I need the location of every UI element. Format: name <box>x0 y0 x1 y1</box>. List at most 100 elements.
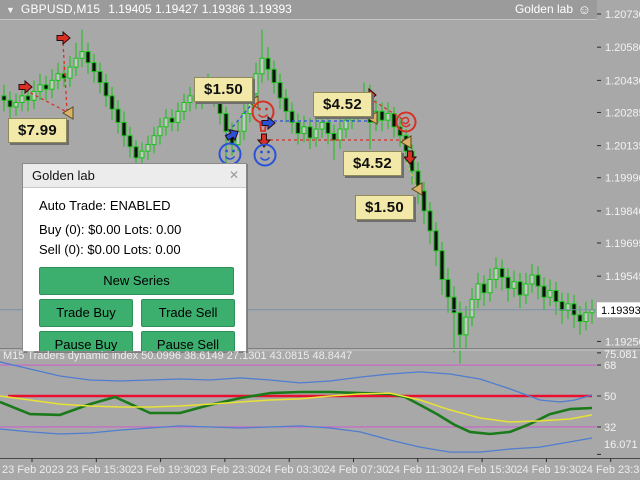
candle-body <box>265 57 271 70</box>
time-tick-label: 24 Feb 07:30 <box>324 464 389 476</box>
candle-body <box>163 117 169 128</box>
candle-body <box>511 281 517 289</box>
candle-body <box>79 51 85 59</box>
tdi-tick-label: 32 <box>604 422 616 434</box>
candle-body <box>529 274 535 285</box>
tdi-tick-label: 68 <box>604 360 616 372</box>
candle-body <box>559 301 565 311</box>
red-arrow-icon <box>18 79 33 95</box>
candle-body <box>313 128 319 139</box>
candle-body <box>277 82 283 99</box>
close-icon[interactable]: ✕ <box>229 164 239 187</box>
price-tag: $4.52 <box>313 92 373 117</box>
candle-body <box>379 110 385 121</box>
candle-body <box>91 62 97 73</box>
panel-title-bar[interactable]: Golden lab ✕ <box>23 164 246 188</box>
candle-body <box>541 285 547 298</box>
volatility-band-lower <box>0 425 593 453</box>
candle-body <box>505 276 511 289</box>
candle-body <box>523 283 529 296</box>
price-tick-label: 1.20430 <box>605 75 640 87</box>
time-tick-label: 23 Feb 19:30 <box>131 464 196 476</box>
price-tick-label: 1.19545 <box>605 271 640 283</box>
candle-body <box>85 51 91 64</box>
candle-body <box>13 101 19 108</box>
candle-body <box>109 95 115 110</box>
time-tick-label: 24 Feb 15:30 <box>452 464 517 476</box>
symbol-timeframe: GBPUSD,M15 <box>20 2 101 16</box>
tdi-tick-label: 50 <box>604 391 616 403</box>
candle-body <box>445 278 451 298</box>
trade-buy-button[interactable]: Trade Buy <box>39 299 133 327</box>
candle-body <box>337 128 343 141</box>
price-scale[interactable]: 1.20730 1.20580 1.20430 1.20285 1.20135 1.199… <box>597 9 640 348</box>
candle-body <box>187 95 193 103</box>
candle-body <box>469 298 475 318</box>
price-tick-label: 1.19840 <box>605 206 640 218</box>
candle-body <box>433 230 439 252</box>
time-tick-label: 24 Feb 03:30 <box>259 464 324 476</box>
candle-body <box>295 121 301 134</box>
candle-body <box>127 135 133 148</box>
candle-body <box>115 108 121 123</box>
candle-body <box>121 121 127 137</box>
indicator-title: M15 Traders dynamic index 50.0996 38.614… <box>3 350 353 362</box>
candle-body <box>1 95 7 101</box>
symbol-dropdown-icon[interactable]: ▼ <box>6 1 15 20</box>
candle-body <box>43 84 49 90</box>
candle-body <box>451 296 457 314</box>
price-tick-label: 1.19250 <box>605 336 640 348</box>
candle-body <box>535 274 541 287</box>
price-tag: $7.99 <box>8 118 68 143</box>
candle-body <box>103 82 109 97</box>
candle-body <box>283 97 289 112</box>
candle-body <box>553 290 559 303</box>
current-price-label: 1.19393 <box>601 305 640 317</box>
blue-smiley-icon <box>218 142 242 166</box>
price-tick-label: 1.19990 <box>605 173 640 185</box>
candle-body <box>517 281 523 296</box>
time-tick-label: 24 Feb 19:30 <box>516 464 581 476</box>
candle-body <box>157 126 163 137</box>
price-tag: $4.52 <box>343 151 403 176</box>
price-tick-label: 1.20135 <box>605 141 640 153</box>
blue-smiley-icon <box>253 143 277 167</box>
candle-body <box>31 90 37 101</box>
candle-body <box>151 135 157 146</box>
time-tick-label: 24 Feb 11:30 <box>388 464 452 476</box>
price-tick-label: 1.19695 <box>605 238 640 250</box>
candle-body <box>427 210 433 232</box>
sell-summary: Sell (0): $0.00 Lots: 0.00 <box>39 242 181 257</box>
candle-body <box>547 290 553 298</box>
candle-body <box>385 113 391 121</box>
candle-body <box>73 57 79 68</box>
price-tag: $1.50 <box>194 77 254 102</box>
candle-body <box>439 250 445 280</box>
candle-body <box>583 312 589 323</box>
candle-body <box>67 66 73 79</box>
candle-body <box>457 312 463 336</box>
time-tick-label: 23 Feb 15:30 <box>66 464 131 476</box>
candle-body <box>49 79 55 90</box>
candle-body <box>25 95 31 101</box>
candle-body <box>487 278 493 294</box>
trade-sell-button[interactable]: Trade Sell <box>141 299 235 327</box>
candle-body <box>577 314 583 323</box>
candle-body <box>325 121 331 134</box>
mt4-chart-window: 1.20730 1.20580 1.20430 1.20285 1.20135 1.199… <box>0 0 640 480</box>
candle-body <box>421 190 427 212</box>
tdi-tick-label: 16.071 <box>604 439 638 451</box>
new-series-button[interactable]: New Series <box>39 267 234 295</box>
time-tick-label: 24 Feb 23:30 <box>581 464 640 476</box>
time-axis[interactable]: 23 Feb 2023 23 Feb 15:30 23 Feb 19:30 23 Fe… <box>0 458 640 476</box>
price-tick-label: 1.20580 <box>605 42 640 54</box>
market-base-line <box>0 392 593 423</box>
candle-body <box>37 84 43 92</box>
pause-sell-button[interactable]: Pause Sell <box>141 331 235 351</box>
price-tick-label: 1.20730 <box>605 9 640 21</box>
tdi-scale[interactable]: 75.08168503216.071 <box>597 349 638 455</box>
pause-buy-button[interactable]: Pause Buy <box>39 331 133 351</box>
price-tick-label: 1.20285 <box>605 107 640 119</box>
candle-body <box>331 132 337 141</box>
blue-arrow-icon <box>261 115 276 131</box>
